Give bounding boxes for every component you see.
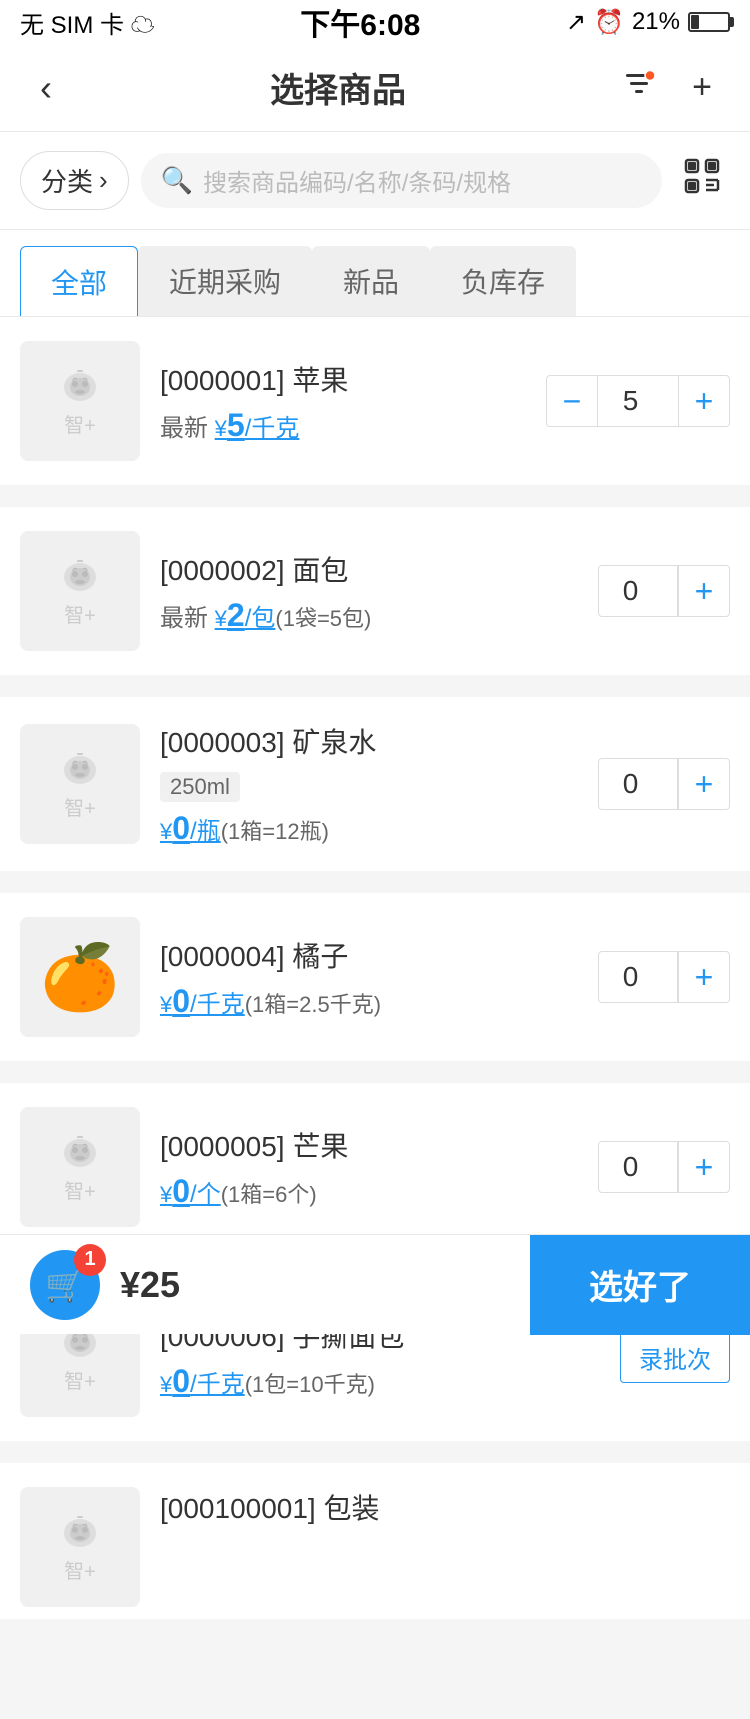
confirm-button[interactable]: 选好了 bbox=[530, 1235, 750, 1335]
back-button[interactable]: ‹ bbox=[30, 57, 62, 119]
increase-button[interactable]: + bbox=[678, 758, 730, 810]
product-price: ¥0/瓶(1箱=12瓶) bbox=[160, 810, 578, 847]
scan-button[interactable] bbox=[674, 148, 730, 213]
product-info: [0000003] 矿泉水 250ml ¥0/瓶(1箱=12瓶) bbox=[160, 721, 578, 847]
product-name: [000100001] 包装 bbox=[160, 1487, 730, 1527]
category-label: 分类 bbox=[41, 162, 93, 199]
search-input-wrap[interactable]: 🔍 搜索商品编码/名称/条码/规格 bbox=[141, 153, 662, 208]
product-image-orange: 🍊 bbox=[20, 917, 140, 1037]
battery-percent: 21% bbox=[632, 8, 680, 36]
product-price: 最新 ¥2/包(1袋=5包) bbox=[160, 597, 578, 634]
product-image: 智+ bbox=[20, 1487, 140, 1607]
cart-button[interactable]: 🛒 1 bbox=[30, 1250, 100, 1320]
quantity-control: + bbox=[598, 565, 730, 617]
product-info: [000100001] 包装 bbox=[160, 1487, 730, 1535]
product-list: 智+ [0000001] 苹果 最新 ¥5/千克 − + bbox=[0, 317, 750, 1619]
search-icon: 🔍 bbox=[161, 165, 193, 196]
increase-button[interactable]: + bbox=[678, 375, 730, 427]
placeholder-text: 智+ bbox=[64, 1555, 96, 1584]
bottom-bar: 🛒 1 ¥25 选好了 bbox=[0, 1234, 750, 1334]
status-bar: 无 SIM 卡 ☁ 下午6:08 ↗ ⏰ 21% bbox=[0, 0, 750, 44]
product-info: [0000001] 苹果 最新 ¥5/千克 bbox=[160, 359, 526, 444]
alarm-icon: ⏰ bbox=[594, 8, 624, 37]
tab-recent[interactable]: 近期采购 bbox=[138, 246, 312, 316]
batch-button[interactable]: 录批次 bbox=[620, 1331, 730, 1383]
product-price: 最新 ¥5/千克 bbox=[160, 407, 526, 444]
product-tag: 250ml bbox=[160, 772, 240, 802]
quantity-input[interactable] bbox=[598, 1141, 678, 1193]
product-name: [0000002] 面包 bbox=[160, 549, 578, 589]
add-button[interactable]: + bbox=[684, 60, 720, 115]
product-price: ¥0/千克(1箱=2.5千克) bbox=[160, 983, 578, 1020]
tab-bar: 全部 近期采购 新品 负库存 bbox=[0, 230, 750, 317]
placeholder-text: 智+ bbox=[64, 599, 96, 628]
table-row: 智+ [0000001] 苹果 最新 ¥5/千克 − + bbox=[0, 317, 750, 485]
decrease-button[interactable]: − bbox=[546, 375, 598, 427]
time-display: 下午6:08 bbox=[300, 0, 420, 44]
search-placeholder: 搜索商品编码/名称/条码/规格 bbox=[203, 163, 511, 198]
quantity-control: + bbox=[598, 1141, 730, 1193]
cart-section: 🛒 1 ¥25 bbox=[0, 1250, 530, 1320]
quantity-input[interactable] bbox=[598, 758, 678, 810]
table-row: 智+ [0000003] 矿泉水 250ml ¥0/瓶(1箱=12瓶) + bbox=[0, 697, 750, 871]
table-row: 智+ [0000005] 芒果 ¥0/个(1箱=6个) + bbox=[0, 1083, 750, 1251]
status-right: ↗ ⏰ 21% bbox=[566, 8, 730, 37]
product-image: 智+ bbox=[20, 724, 140, 844]
quantity-control: + bbox=[598, 758, 730, 810]
category-button[interactable]: 分类 › bbox=[20, 151, 129, 210]
product-name: [0000003] 矿泉水 bbox=[160, 721, 578, 761]
placeholder-text: 智+ bbox=[64, 792, 96, 821]
quantity-control: 录批次 bbox=[620, 1331, 730, 1383]
product-name: [0000001] 苹果 bbox=[160, 359, 526, 399]
status-left: 无 SIM 卡 ☁ bbox=[20, 5, 155, 40]
product-info: [0000005] 芒果 ¥0/个(1箱=6个) bbox=[160, 1125, 578, 1210]
nav-bar: ‹ 选择商品 + bbox=[0, 44, 750, 132]
increase-button[interactable]: + bbox=[678, 565, 730, 617]
search-bar: 分类 › 🔍 搜索商品编码/名称/条码/规格 bbox=[0, 132, 750, 230]
product-info: [0000004] 橘子 ¥0/千克(1箱=2.5千克) bbox=[160, 935, 578, 1020]
product-name: [0000004] 橘子 bbox=[160, 935, 578, 975]
quantity-input[interactable] bbox=[598, 951, 678, 1003]
placeholder-text: 智+ bbox=[64, 409, 96, 438]
cart-price: ¥25 bbox=[120, 1264, 180, 1306]
sim-status: 无 SIM 卡 ☁ bbox=[20, 5, 155, 40]
tab-all[interactable]: 全部 bbox=[20, 246, 138, 316]
quantity-input[interactable] bbox=[598, 565, 678, 617]
cart-badge: 1 bbox=[74, 1244, 106, 1276]
product-info: [0000002] 面包 最新 ¥2/包(1袋=5包) bbox=[160, 549, 578, 634]
tab-new[interactable]: 新品 bbox=[312, 246, 430, 316]
placeholder-text: 智+ bbox=[64, 1175, 96, 1204]
product-name: [0000005] 芒果 bbox=[160, 1125, 578, 1165]
quantity-input[interactable] bbox=[598, 375, 678, 427]
table-row: 🍊 [0000004] 橘子 ¥0/千克(1箱=2.5千克) + bbox=[0, 893, 750, 1061]
product-image: 智+ bbox=[20, 341, 140, 461]
tab-negative[interactable]: 负库存 bbox=[430, 246, 576, 316]
table-row: 智+ [000100001] 包装 bbox=[0, 1463, 750, 1619]
battery-icon bbox=[688, 12, 730, 32]
product-image: 智+ bbox=[20, 531, 140, 651]
location-icon: ↗ bbox=[566, 8, 586, 37]
increase-button[interactable]: + bbox=[678, 1141, 730, 1193]
placeholder-text: 智+ bbox=[64, 1365, 96, 1394]
nav-actions: + bbox=[614, 58, 720, 117]
page-title: 选择商品 bbox=[62, 63, 614, 112]
product-price: ¥0/千克(1包=10千克) bbox=[160, 1363, 600, 1400]
category-arrow-icon: › bbox=[99, 165, 108, 196]
product-image: 智+ bbox=[20, 1107, 140, 1227]
increase-button[interactable]: + bbox=[678, 951, 730, 1003]
filter-icon[interactable] bbox=[614, 58, 664, 117]
quantity-control: − + bbox=[546, 375, 730, 427]
table-row: 智+ [0000002] 面包 最新 ¥2/包(1袋=5包) + bbox=[0, 507, 750, 675]
quantity-control: + bbox=[598, 951, 730, 1003]
product-price: ¥0/个(1箱=6个) bbox=[160, 1173, 578, 1210]
